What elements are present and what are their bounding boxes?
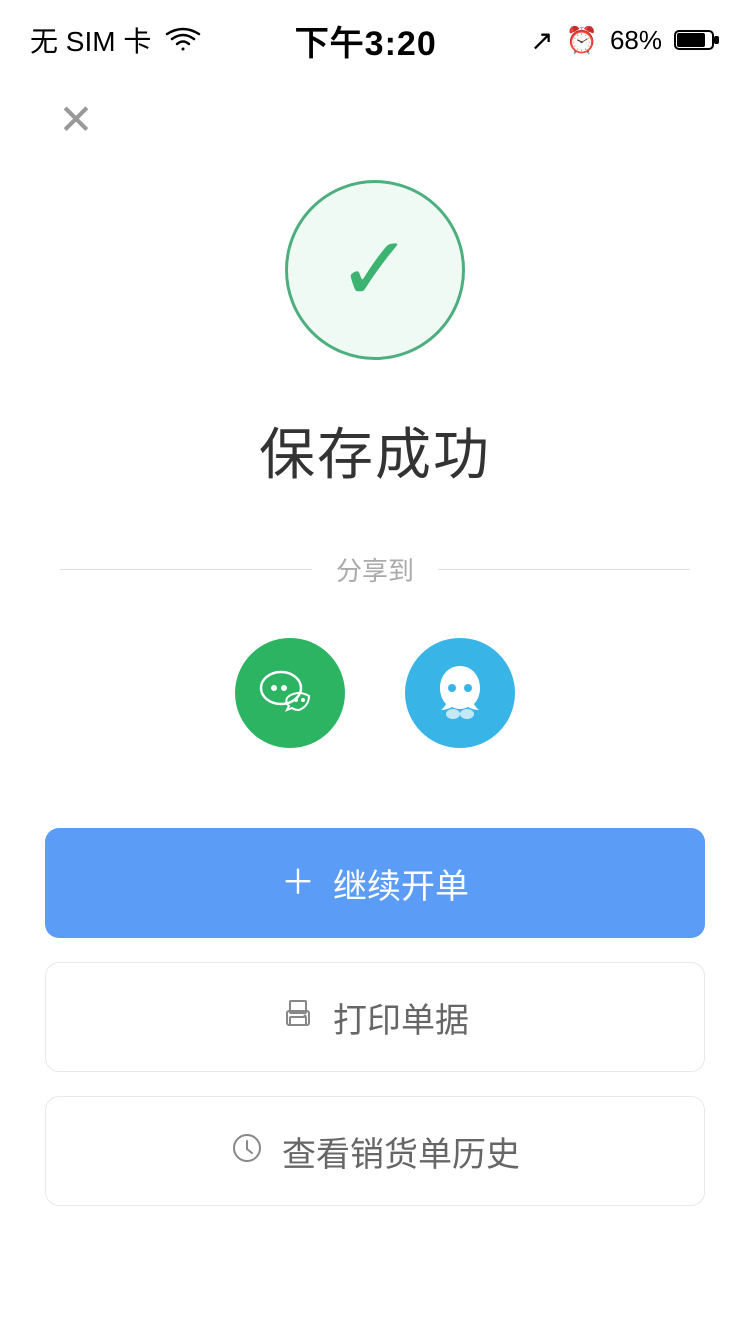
status-time: 下午3:20 (295, 16, 437, 65)
share-divider: 分享到 (0, 551, 750, 588)
action-buttons: ＋ 继续开单 打印单据 查看销货单历史 (45, 828, 705, 1206)
close-button[interactable]: ✕ (46, 90, 106, 150)
checkmark-icon: ✓ (337, 225, 412, 315)
print-receipt-button[interactable]: 打印单据 (45, 962, 705, 1072)
divider-line-left (60, 569, 312, 570)
main-content: ✓ 保存成功 分享到 (0, 80, 750, 1206)
status-bar: 无 SIM 卡 下午3:20 ↗ ⏰ 68% (0, 0, 750, 80)
qq-icon (430, 658, 490, 728)
continue-order-label: 继续开单 (333, 859, 469, 908)
clock-icon (230, 1131, 264, 1171)
location-icon: ↗ (530, 24, 553, 57)
wechat-icon (259, 666, 321, 720)
view-history-button[interactable]: 查看销货单历史 (45, 1096, 705, 1206)
printer-icon (281, 997, 315, 1037)
status-left: 无 SIM 卡 (30, 20, 201, 60)
plus-icon: ＋ (281, 866, 315, 900)
battery-text: 68% (610, 25, 662, 56)
status-right: ↗ ⏰ 68% (530, 24, 720, 57)
continue-order-button[interactable]: ＋ 继续开单 (45, 828, 705, 938)
divider-line-right (438, 569, 690, 570)
close-icon: ✕ (58, 99, 93, 141)
wechat-share-button[interactable] (235, 638, 345, 748)
qq-share-button[interactable] (405, 638, 515, 748)
success-title: 保存成功 (259, 410, 491, 491)
carrier-text: 无 SIM 卡 (30, 20, 151, 60)
alarm-icon: ⏰ (566, 25, 598, 56)
battery-icon (674, 28, 720, 52)
wifi-icon (165, 27, 201, 53)
share-label: 分享到 (312, 551, 438, 588)
share-icons (235, 638, 515, 748)
view-history-label: 查看销货单历史 (282, 1127, 520, 1176)
success-circle: ✓ (285, 180, 465, 360)
print-receipt-label: 打印单据 (333, 993, 469, 1042)
